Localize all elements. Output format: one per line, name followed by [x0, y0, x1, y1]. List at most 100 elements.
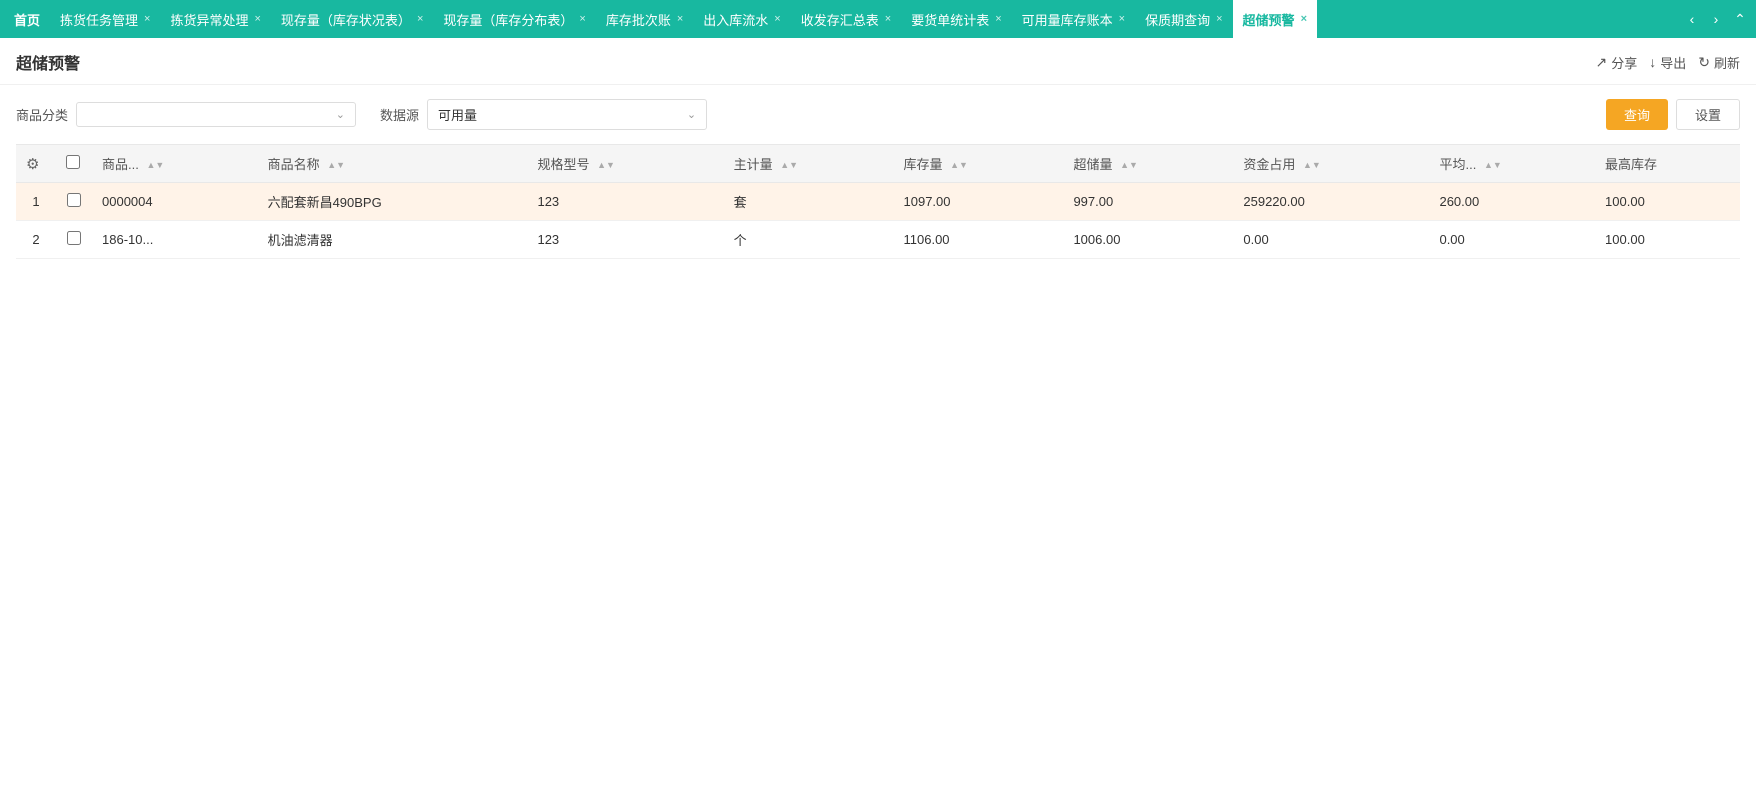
nav-tab-6[interactable]: 收发存汇总表 ×	[791, 0, 901, 38]
th-avg[interactable]: 平均... ▲▼	[1429, 145, 1595, 183]
nav-next-button[interactable]: ›	[1704, 0, 1728, 38]
table-row: 2 186-10... 机油滤清器 123 个 1106.00 1006.00 …	[16, 221, 1740, 259]
nav-tab-8[interactable]: 可用量库存账本 ×	[1012, 0, 1135, 38]
close-icon[interactable]: ×	[774, 13, 780, 25]
cell-avg: 0.00	[1429, 221, 1595, 259]
query-button[interactable]: 查询	[1606, 99, 1668, 130]
header-actions: ↗ 分享 ↓ 导出 ↻ 刷新	[1595, 53, 1740, 72]
export-icon: ↓	[1649, 54, 1656, 70]
row-checkbox[interactable]	[67, 193, 81, 207]
table-row: 1 0000004 六配套新昌490BPG 123 套 1097.00 997.…	[16, 183, 1740, 221]
cell-stock: 1097.00	[894, 183, 1064, 221]
close-icon[interactable]: ×	[579, 13, 585, 25]
cell-overflow: 997.00	[1063, 183, 1233, 221]
cell-product-code: 186-10...	[92, 221, 258, 259]
nav-menu-button[interactable]: ⌃	[1728, 0, 1752, 38]
share-button[interactable]: ↗ 分享	[1595, 53, 1637, 72]
page-title: 超储预警	[16, 50, 80, 74]
nav-tab-10[interactable]: 超储预警 ×	[1233, 0, 1317, 38]
datasource-select-value: 可用量	[438, 105, 477, 124]
th-stock[interactable]: 库存量 ▲▼	[894, 145, 1064, 183]
datasource-select[interactable]: 可用量 ⌄	[427, 99, 707, 130]
table-body: 1 0000004 六配套新昌490BPG 123 套 1097.00 997.…	[16, 183, 1740, 259]
top-nav: 首页 拣货任务管理 × 拣货异常处理 × 现存量（库存状况表） × 现存量（库存…	[0, 0, 1756, 38]
th-gear: ⚙	[16, 145, 56, 183]
export-button[interactable]: ↓ 导出	[1649, 53, 1686, 72]
cell-unit: 套	[724, 183, 894, 221]
th-capital[interactable]: 资金占用 ▲▼	[1233, 145, 1429, 183]
cell-unit: 个	[724, 221, 894, 259]
nav-tab-1[interactable]: 拣货异常处理 ×	[160, 0, 270, 38]
close-icon[interactable]: ×	[677, 13, 683, 25]
settings-button[interactable]: 设置	[1676, 99, 1740, 130]
cell-product-name: 六配套新昌490BPG	[258, 183, 528, 221]
datasource-label: 数据源	[380, 105, 419, 124]
category-filter-group: 商品分类 ⌄	[16, 102, 356, 127]
chevron-down-icon: ⌄	[336, 108, 345, 121]
close-icon[interactable]: ×	[1119, 13, 1125, 25]
th-spec[interactable]: 规格型号 ▲▼	[527, 145, 723, 183]
cell-overflow: 1006.00	[1063, 221, 1233, 259]
nav-tab-5[interactable]: 出入库流水 ×	[693, 0, 790, 38]
select-all-checkbox[interactable]	[66, 155, 80, 169]
cell-product-name: 机油滤清器	[258, 221, 528, 259]
close-icon[interactable]: ×	[995, 13, 1001, 25]
cell-spec: 123	[527, 183, 723, 221]
sort-icon: ▲▼	[780, 161, 798, 170]
close-icon[interactable]: ×	[1301, 13, 1307, 25]
filter-actions: 查询 设置	[1606, 99, 1740, 130]
cell-stock: 1106.00	[894, 221, 1064, 259]
th-product-code[interactable]: 商品... ▲▼	[92, 145, 258, 183]
cell-capital: 0.00	[1233, 221, 1429, 259]
data-table: ⚙ 商品... ▲▼ 商品名称 ▲▼ 规格型号 ▲▼ 主计	[16, 144, 1740, 259]
sort-icon: ▲▼	[597, 161, 615, 170]
close-icon[interactable]: ×	[1216, 13, 1222, 25]
nav-tab-4[interactable]: 库存批次账 ×	[596, 0, 693, 38]
page-header: 超储预警 ↗ 分享 ↓ 导出 ↻ 刷新	[0, 38, 1756, 85]
close-icon[interactable]: ×	[254, 13, 260, 25]
sort-icon: ▲▼	[1303, 161, 1321, 170]
datasource-filter-group: 数据源 可用量 ⌄	[380, 99, 707, 130]
table-container: ⚙ 商品... ▲▼ 商品名称 ▲▼ 规格型号 ▲▼ 主计	[0, 144, 1756, 259]
cell-spec: 123	[527, 221, 723, 259]
nav-prev-button[interactable]: ‹	[1680, 0, 1704, 38]
cell-avg: 260.00	[1429, 183, 1595, 221]
row-checkbox[interactable]	[67, 231, 81, 245]
cell-max-stock: 100.00	[1595, 183, 1740, 221]
refresh-button[interactable]: ↻ 刷新	[1698, 53, 1740, 72]
sort-icon: ▲▼	[1484, 161, 1502, 170]
row-checkbox-cell	[56, 221, 92, 259]
row-seq: 1	[16, 183, 56, 221]
th-product-name[interactable]: 商品名称 ▲▼	[258, 145, 528, 183]
nav-arrows: ‹ › ⌃	[1680, 0, 1752, 38]
sort-icon: ▲▼	[950, 161, 968, 170]
filter-area: 商品分类 ⌄ 数据源 可用量 ⌄ 查询 设置	[0, 85, 1756, 144]
share-icon: ↗	[1595, 54, 1607, 71]
nav-tab-3[interactable]: 现存量（库存分布表） ×	[433, 0, 595, 38]
cell-capital: 259220.00	[1233, 183, 1429, 221]
sort-icon: ▲▼	[327, 161, 345, 170]
chevron-down-icon: ⌄	[687, 108, 696, 121]
nav-tab-2[interactable]: 现存量（库存状况表） ×	[271, 0, 433, 38]
th-unit[interactable]: 主计量 ▲▼	[724, 145, 894, 183]
gear-icon[interactable]: ⚙	[26, 156, 39, 173]
close-icon[interactable]: ×	[144, 13, 150, 25]
sort-icon: ▲▼	[1120, 161, 1138, 170]
nav-tab-7[interactable]: 要货单统计表 ×	[901, 0, 1011, 38]
row-checkbox-cell	[56, 183, 92, 221]
cell-max-stock: 100.00	[1595, 221, 1740, 259]
sort-icon: ▲▼	[146, 161, 164, 170]
th-max-stock[interactable]: 最高库存	[1595, 145, 1740, 183]
th-checkbox	[56, 145, 92, 183]
nav-tab-0[interactable]: 拣货任务管理 ×	[50, 0, 160, 38]
close-icon[interactable]: ×	[417, 13, 423, 25]
th-overflow[interactable]: 超储量 ▲▼	[1063, 145, 1233, 183]
nav-home[interactable]: 首页	[4, 0, 50, 38]
category-label: 商品分类	[16, 105, 68, 124]
refresh-icon: ↻	[1698, 54, 1710, 71]
nav-tab-9[interactable]: 保质期查询 ×	[1135, 0, 1232, 38]
table-header-row: ⚙ 商品... ▲▼ 商品名称 ▲▼ 规格型号 ▲▼ 主计	[16, 145, 1740, 183]
close-icon[interactable]: ×	[885, 13, 891, 25]
category-select[interactable]: ⌄	[76, 102, 356, 127]
row-seq: 2	[16, 221, 56, 259]
